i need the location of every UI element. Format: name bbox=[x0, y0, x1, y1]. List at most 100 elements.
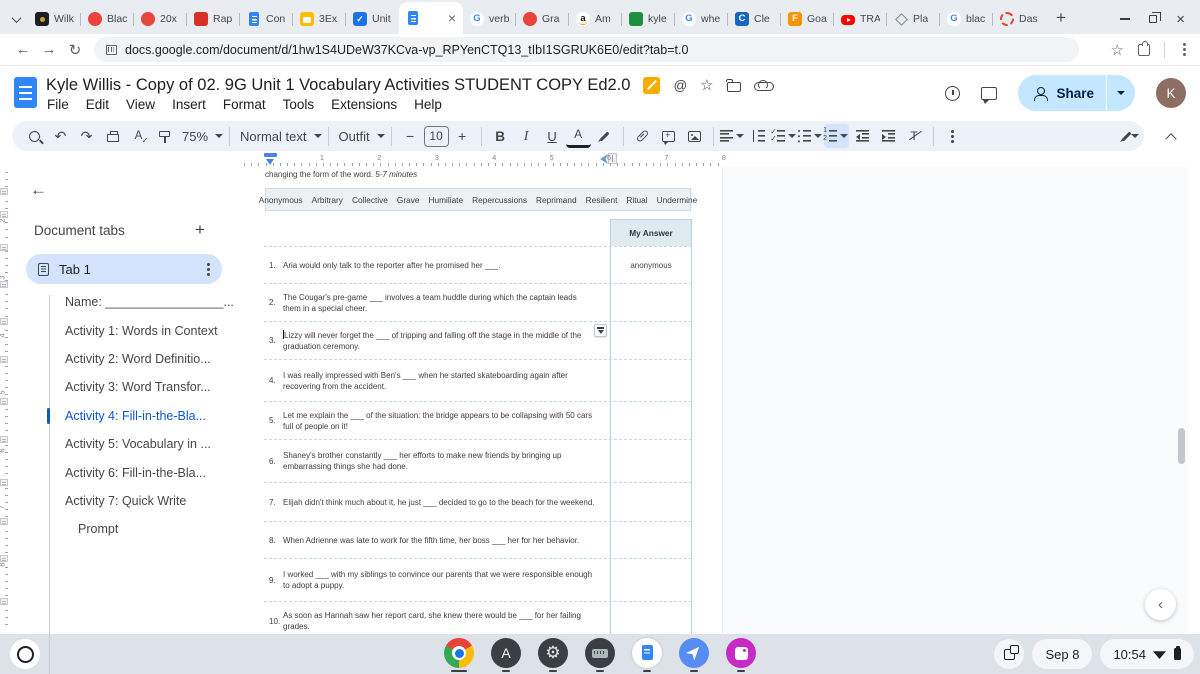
menu-extensions[interactable]: Extensions bbox=[331, 97, 397, 112]
back-arrow-icon[interactable]: ← bbox=[30, 180, 47, 200]
browser-tab-3ex[interactable]: 3Ex bbox=[293, 4, 346, 34]
answer-cell[interactable] bbox=[610, 483, 692, 521]
redo-button[interactable]: ↷ bbox=[74, 124, 99, 148]
row-boundary-marker[interactable] bbox=[0, 479, 8, 486]
spell-check-button[interactable]: A bbox=[126, 124, 151, 148]
browser-tab-active[interactable]: × bbox=[399, 2, 463, 34]
cloud-saved-icon[interactable] bbox=[753, 79, 774, 91]
row-boundary-marker[interactable] bbox=[0, 244, 8, 251]
answer-cell[interactable] bbox=[610, 360, 692, 401]
outline-item-5[interactable]: Activity 4: Fill-in-the-Bla... bbox=[9, 402, 236, 430]
answer-cell[interactable] bbox=[610, 322, 692, 359]
print-button[interactable] bbox=[100, 124, 125, 148]
tab-options-icon[interactable] bbox=[207, 267, 210, 271]
question-cell[interactable]: 6. Shaney's brother constantly ___ her ef… bbox=[264, 440, 610, 482]
browser-tab-whe[interactable]: Gwhe bbox=[675, 4, 728, 34]
shelf-app-rocket[interactable] bbox=[679, 638, 709, 672]
increase-indent-button[interactable] bbox=[876, 124, 901, 148]
answer-cell[interactable] bbox=[610, 522, 692, 558]
undo-button[interactable]: ↶ bbox=[48, 124, 73, 148]
back-icon[interactable]: ← bbox=[10, 37, 36, 63]
italic-button[interactable]: I bbox=[514, 124, 539, 148]
bookmark-star-icon[interactable]: ☆ bbox=[1111, 41, 1124, 59]
outline-item-2[interactable]: Activity 1: Words in Context bbox=[9, 316, 236, 344]
answer-cell[interactable] bbox=[610, 440, 692, 482]
account-avatar[interactable]: K bbox=[1156, 78, 1186, 108]
document-canvas[interactable]: changing the form of the word. 5-7 minut… bbox=[236, 167, 1188, 634]
browser-tab-kyle[interactable]: kyle bbox=[622, 4, 675, 34]
menu-edit[interactable]: Edit bbox=[86, 97, 109, 112]
browser-tab-blac[interactable]: Blac bbox=[81, 4, 134, 34]
browser-tab-unit[interactable]: ✓ Unit bbox=[346, 4, 399, 34]
move-folder-icon[interactable] bbox=[726, 78, 741, 92]
document-page[interactable]: changing the form of the word. 5-7 minut… bbox=[236, 167, 723, 634]
font-size-decrease-button[interactable]: − bbox=[398, 124, 423, 148]
sidebar-item-tab1[interactable]: Tab 1 bbox=[26, 254, 222, 284]
outline-item-8[interactable]: Activity 7: Quick Write bbox=[9, 487, 236, 515]
paint-format-button[interactable] bbox=[152, 124, 177, 148]
shelf-app-pink-app[interactable] bbox=[726, 638, 756, 672]
tab-search-chevron-icon[interactable] bbox=[4, 4, 28, 34]
text-color-button[interactable]: A bbox=[565, 124, 591, 148]
menu-file[interactable]: File bbox=[47, 97, 69, 112]
answer-cell[interactable] bbox=[610, 284, 692, 321]
outline-item-3[interactable]: Activity 2: Word Definitio... bbox=[9, 345, 236, 373]
shelf-app-chrome[interactable] bbox=[444, 638, 474, 672]
font-select[interactable]: Outfit bbox=[335, 124, 385, 148]
shelf-app-docs[interactable] bbox=[632, 638, 662, 672]
browser-tab-blac[interactable]: Gblac bbox=[940, 4, 993, 34]
row-boundary-marker[interactable] bbox=[0, 436, 8, 443]
add-comment-button[interactable] bbox=[656, 124, 681, 148]
answer-cell[interactable]: anonymous bbox=[610, 247, 692, 283]
decrease-indent-button[interactable] bbox=[850, 124, 875, 148]
more-tools-button[interactable] bbox=[940, 124, 965, 148]
answer-cell[interactable] bbox=[610, 602, 692, 634]
zoom-select[interactable]: 75% bbox=[178, 124, 224, 148]
shelf-app-a-app[interactable]: A bbox=[491, 638, 521, 672]
comments-icon[interactable] bbox=[981, 86, 998, 104]
cell-dropdown-button[interactable] bbox=[594, 324, 607, 337]
browser-tab-pla[interactable]: Pla bbox=[887, 4, 940, 34]
row-boundary-marker[interactable] bbox=[0, 318, 8, 325]
launcher-button[interactable] bbox=[10, 639, 40, 669]
question-cell[interactable]: 7. Elijah didn't think much about it, he … bbox=[264, 483, 610, 521]
browser-menu-icon[interactable] bbox=[1183, 48, 1186, 51]
row-boundary-marker[interactable] bbox=[0, 188, 8, 195]
bold-button[interactable]: B bbox=[488, 124, 513, 148]
new-tab-button[interactable]: + bbox=[1048, 5, 1074, 31]
font-size-increase-button[interactable]: + bbox=[450, 124, 475, 148]
outline-item-1[interactable]: Name: _________________... bbox=[9, 288, 236, 316]
row-boundary-marker[interactable] bbox=[0, 356, 8, 363]
browser-tab-con[interactable]: Con bbox=[240, 4, 293, 34]
row-boundary-marker[interactable] bbox=[0, 398, 8, 405]
row-boundary-marker[interactable] bbox=[0, 281, 8, 288]
scrollbar-thumb[interactable] bbox=[1178, 428, 1185, 464]
clear-formatting-button[interactable]: T bbox=[902, 124, 927, 148]
line-spacing-button[interactable] bbox=[746, 124, 771, 148]
tab-close-icon[interactable]: × bbox=[448, 11, 456, 25]
row-boundary-marker[interactable] bbox=[0, 211, 8, 218]
question-cell[interactable]: 2. The Cougar's pre-game ___ involves a t… bbox=[264, 284, 610, 321]
close-icon[interactable]: × bbox=[1176, 12, 1185, 27]
date-pill[interactable]: Sep 8 bbox=[1032, 639, 1093, 669]
row-boundary-marker[interactable] bbox=[0, 598, 8, 605]
address-bar[interactable]: docs.google.com/document/d/1hw1S4UDeW37K… bbox=[94, 37, 1079, 62]
hide-menus-button[interactable] bbox=[1156, 121, 1186, 151]
menu-view[interactable]: View bbox=[126, 97, 155, 112]
collapse-side-panel-button[interactable]: ‹ bbox=[1145, 589, 1176, 620]
align-button[interactable] bbox=[720, 124, 745, 148]
browser-tab-cle[interactable]: C Cle bbox=[728, 4, 781, 34]
menu-tools[interactable]: Tools bbox=[283, 97, 315, 112]
browser-tab-am[interactable]: a Am bbox=[569, 4, 622, 34]
extensions-icon[interactable] bbox=[1138, 40, 1150, 56]
question-cell[interactable]: 5. Let me explain the ___ of the situatio… bbox=[264, 402, 610, 439]
menu-format[interactable]: Format bbox=[223, 97, 266, 112]
question-cell[interactable]: 1. Aria would only talk to the reporter a… bbox=[264, 247, 610, 283]
question-cell[interactable]: 9. I worked ___ with my siblings to convi… bbox=[264, 559, 610, 601]
insert-link-button[interactable] bbox=[630, 124, 655, 148]
forward-icon[interactable]: → bbox=[36, 37, 62, 63]
highlight-button[interactable] bbox=[592, 124, 617, 148]
shelf-app-keyboard[interactable] bbox=[585, 638, 615, 672]
outline-item-4[interactable]: Activity 3: Word Transfor... bbox=[9, 373, 236, 401]
browser-tab-wilk[interactable]: Wilk bbox=[28, 4, 81, 34]
